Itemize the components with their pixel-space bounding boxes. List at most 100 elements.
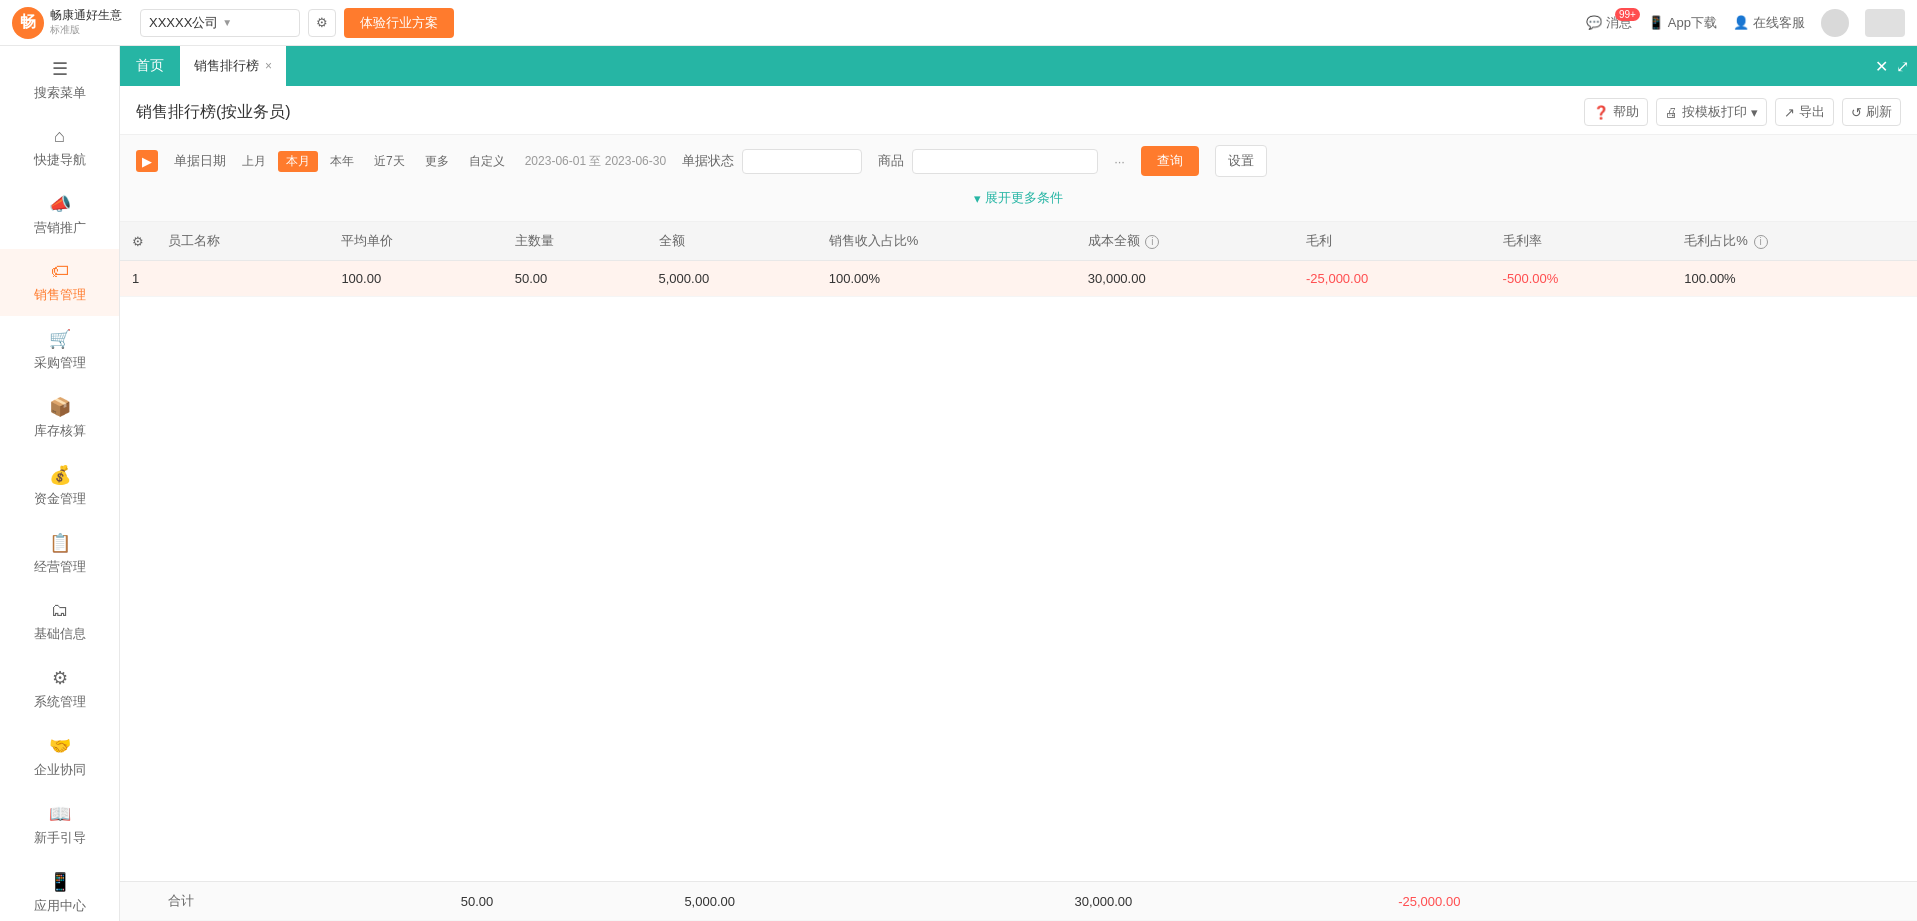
- tab-maximize-button[interactable]: ⤢: [1896, 57, 1909, 76]
- sidebar-item-system[interactable]: ⚙ 系统管理: [0, 655, 119, 723]
- footer-gross-rate: [1727, 882, 1822, 921]
- top-bar: 畅 畅康通好生意 标准版 XXXXX公司 ▼ ⚙ 体验行业方案 💬 消息 99+…: [0, 0, 1917, 46]
- sidebar-item-sales[interactable]: 🏷 销售管理: [0, 249, 119, 316]
- app-icon: 📱: [1648, 15, 1664, 30]
- col-amount-label: 全额: [659, 233, 685, 248]
- help-button[interactable]: ❓ 帮助: [1584, 98, 1648, 126]
- col-employee-label: 员工名称: [168, 233, 220, 248]
- col-settings[interactable]: ⚙: [120, 222, 156, 261]
- filter-toggle-button[interactable]: ▶: [136, 150, 158, 172]
- sidebar-item-app-center[interactable]: 📱 应用中心: [0, 859, 119, 921]
- export-label: 导出: [1799, 103, 1825, 121]
- sidebar-item-inventory[interactable]: 📦 库存核算: [0, 384, 119, 452]
- cell-gross-rate: -500.00%: [1491, 261, 1673, 297]
- footer-gross-pct: [1822, 882, 1917, 921]
- page-header: 销售排行榜(按业务员) ❓ 帮助 🖨 按模板打印 ▾ ↗ 导出: [120, 86, 1917, 135]
- date-tab-7days[interactable]: 近7天: [366, 151, 413, 172]
- service-label: 在线客服: [1753, 14, 1805, 32]
- goods-input[interactable]: [912, 149, 1098, 174]
- company-selector[interactable]: XXXXX公司 ▼: [140, 9, 300, 37]
- sidebar-item-label: 系统管理: [34, 693, 86, 711]
- sidebar-item-marketing[interactable]: 📣 营销推广: [0, 181, 119, 249]
- print-button[interactable]: 🖨 按模板打印 ▾: [1656, 98, 1767, 126]
- query-button[interactable]: 查询: [1141, 146, 1199, 176]
- message-button[interactable]: 💬 消息 99+: [1586, 14, 1632, 32]
- help-label: 帮助: [1613, 103, 1639, 121]
- cell-avg-price: 100.00: [329, 261, 502, 297]
- sidebar-item-beginner[interactable]: 📖 新手引导: [0, 791, 119, 859]
- filter-area: ▶ 单据日期 上月 本月 本年 近7天 更多 自定义 2023-06-01 至 …: [120, 135, 1917, 222]
- sidebar-item-label: 快捷导航: [34, 151, 86, 169]
- sidebar-item-label: 搜索菜单: [34, 84, 86, 102]
- col-main-qty-label: 主数量: [515, 233, 554, 248]
- sidebar-item-finance[interactable]: 💰 资金管理: [0, 452, 119, 520]
- sidebar-item-enterprise-collab[interactable]: 🤝 企业协同: [0, 723, 119, 791]
- service-icon: 👤: [1733, 15, 1749, 30]
- sidebar-item-label: 企业协同: [34, 761, 86, 779]
- sidebar-item-label: 资金管理: [34, 490, 86, 508]
- main-layout: ☰ 搜索菜单 ⌂ 快捷导航 📣 营销推广 🏷 销售管理 🛒 采购管理 📦 库存核…: [0, 46, 1917, 921]
- sidebar-item-basic-info[interactable]: 🗂 基础信息: [0, 588, 119, 655]
- col-amount: 全额: [647, 222, 817, 261]
- gear-button[interactable]: ⚙: [308, 9, 336, 37]
- col-sales-pct-label: 销售收入占比%: [829, 233, 919, 248]
- system-icon: ⚙: [52, 667, 68, 689]
- operations-icon: 📋: [49, 532, 71, 554]
- column-settings-icon: ⚙: [132, 234, 144, 249]
- sales-icon: 🏷: [51, 261, 69, 282]
- tab-home[interactable]: 首页: [120, 46, 180, 86]
- filter-row: ▶ 单据日期 上月 本月 本年 近7天 更多 自定义 2023-06-01 至 …: [136, 145, 1901, 177]
- sidebar-item-label: 库存核算: [34, 422, 86, 440]
- expand-more-button[interactable]: ▾ 展开更多条件: [966, 185, 1071, 211]
- status-filter: 单据状态: [682, 149, 862, 174]
- logo-icon: 畅: [12, 7, 44, 39]
- online-service-button[interactable]: 👤 在线客服: [1733, 14, 1805, 32]
- cell-sales-pct: 100.00%: [817, 261, 1076, 297]
- sidebar-item-label: 经营管理: [34, 558, 86, 576]
- more-filters-button[interactable]: ···: [1114, 154, 1125, 169]
- footer-avg-price: [354, 882, 449, 921]
- date-tab-custom[interactable]: 自定义: [461, 151, 513, 172]
- col-gross-profit-label: 毛利: [1306, 233, 1332, 248]
- goods-label: 商品: [878, 152, 904, 170]
- purchase-icon: 🛒: [49, 328, 71, 350]
- date-tab-more[interactable]: 更多: [417, 151, 457, 172]
- date-tab-this-year[interactable]: 本年: [322, 151, 362, 172]
- message-icon: 💬: [1586, 15, 1602, 30]
- status-select[interactable]: [742, 149, 862, 174]
- user-name[interactable]: [1865, 9, 1905, 37]
- help-icon: ❓: [1593, 105, 1609, 120]
- user-avatar[interactable]: [1821, 9, 1849, 37]
- date-label: 单据日期: [174, 152, 226, 170]
- footer-cost-amount: 30,000.00: [1062, 882, 1386, 921]
- top-right-actions: 💬 消息 99+ 📱 App下载 👤 在线客服: [1586, 9, 1905, 37]
- gross-pct-info-icon[interactable]: i: [1754, 235, 1768, 249]
- refresh-button[interactable]: ↺ 刷新: [1842, 98, 1901, 126]
- date-tabs: 上月 本月 本年 近7天 更多 自定义: [234, 151, 513, 172]
- sidebar-item-operations[interactable]: 📋 经营管理: [0, 520, 119, 588]
- tab-close-icon[interactable]: ×: [265, 59, 272, 73]
- tab-bar: 首页 销售排行榜 × ✕ ⤢: [120, 46, 1917, 86]
- collab-icon: 🤝: [49, 735, 71, 757]
- app-download-button[interactable]: 📱 App下载: [1648, 14, 1717, 32]
- cost-info-icon[interactable]: i: [1145, 235, 1159, 249]
- table-row: 1 100.00 50.00 5,000.00 100.00% 30,000.0…: [120, 261, 1917, 297]
- date-tab-this-month[interactable]: 本月: [278, 151, 318, 172]
- sidebar-item-quick-nav[interactable]: ⌂ 快捷导航: [0, 114, 119, 181]
- cell-rank: 1: [120, 261, 156, 297]
- app-label: App下载: [1668, 14, 1717, 32]
- search-menu-icon: ☰: [52, 58, 68, 80]
- logo-text: 畅康通好生意: [50, 8, 122, 24]
- sidebar-item-label: 采购管理: [34, 354, 86, 372]
- settings-button[interactable]: 设置: [1215, 145, 1267, 177]
- basic-info-icon: 🗂: [51, 600, 69, 621]
- tab-sales-ranking[interactable]: 销售排行榜 ×: [180, 46, 286, 86]
- tab-minimize-button[interactable]: ✕: [1875, 57, 1888, 76]
- sidebar-item-purchase[interactable]: 🛒 采购管理: [0, 316, 119, 384]
- try-industry-button[interactable]: 体验行业方案: [344, 8, 454, 38]
- export-button[interactable]: ↗ 导出: [1775, 98, 1834, 126]
- date-tab-prev-month[interactable]: 上月: [234, 151, 274, 172]
- logo-sub: 标准版: [50, 23, 122, 37]
- sidebar-item-label: 新手引导: [34, 829, 86, 847]
- sidebar-item-search[interactable]: ☰ 搜索菜单: [0, 46, 119, 114]
